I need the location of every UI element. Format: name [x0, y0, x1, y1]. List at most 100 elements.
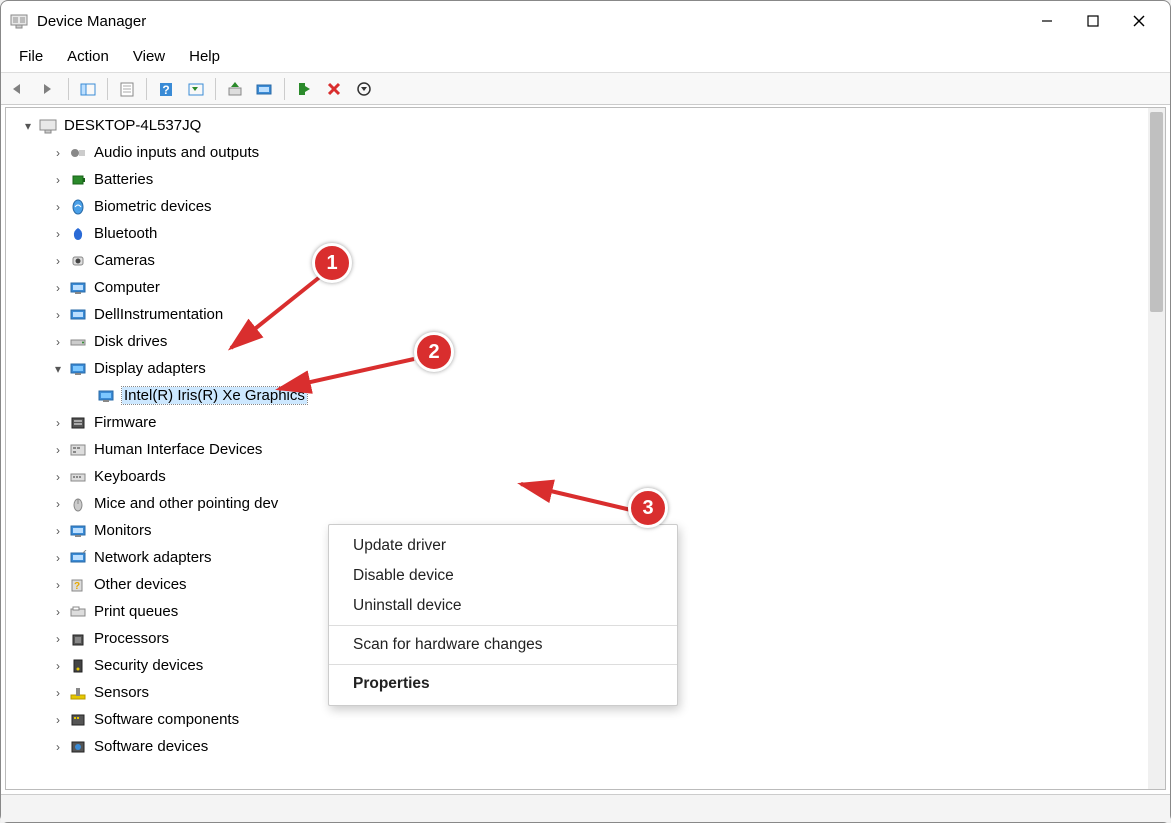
tree-category[interactable]: › Firmware	[6, 409, 1148, 436]
minimize-button[interactable]	[1024, 1, 1070, 41]
chevron-right-icon[interactable]: ›	[50, 335, 66, 349]
category-label: Bluetooth	[94, 225, 157, 242]
category-label: Network adapters	[94, 549, 212, 566]
category-label: Sensors	[94, 684, 149, 701]
chevron-right-icon[interactable]: ›	[50, 686, 66, 700]
chevron-right-icon[interactable]: ›	[50, 281, 66, 295]
device-category-icon	[68, 279, 88, 297]
chevron-right-icon[interactable]: ›	[50, 605, 66, 619]
category-label: Mice and other pointing dev	[94, 495, 278, 512]
device-tree[interactable]: ▾ DESKTOP-4L537JQ ›Audio inputs and outp…	[6, 108, 1148, 789]
ctx-uninstall-device[interactable]: Uninstall device	[329, 591, 677, 621]
maximize-button[interactable]	[1070, 1, 1116, 41]
chevron-down-icon[interactable]: ▾	[50, 362, 66, 376]
scan-hardware-button[interactable]	[251, 76, 279, 102]
chevron-right-icon[interactable]: ›	[50, 443, 66, 457]
ctx-properties[interactable]: Properties	[329, 669, 677, 699]
category-label: DellInstrumentation	[94, 306, 223, 323]
category-label: Display adapters	[94, 360, 206, 377]
titlebar: Device Manager	[1, 1, 1170, 41]
uninstall-device-button[interactable]	[320, 76, 348, 102]
chevron-down-icon[interactable]: ▾	[20, 119, 36, 133]
device-category-icon	[68, 711, 88, 729]
chevron-right-icon[interactable]: ›	[50, 227, 66, 241]
chevron-right-icon[interactable]: ›	[50, 200, 66, 214]
device-category-icon	[68, 441, 88, 459]
device-category-icon	[68, 252, 88, 270]
scrollbar-thumb[interactable]	[1150, 112, 1163, 312]
ctx-separator	[329, 664, 677, 665]
svg-text:?: ?	[162, 83, 169, 97]
category-label: Security devices	[94, 657, 203, 674]
content-area: ▾ DESKTOP-4L537JQ ›Audio inputs and outp…	[5, 107, 1166, 790]
chevron-right-icon[interactable]: ›	[50, 416, 66, 430]
chevron-right-icon[interactable]: ›	[50, 254, 66, 268]
chevron-right-icon[interactable]: ›	[50, 497, 66, 511]
category-label: Human Interface Devices	[94, 441, 262, 458]
chevron-right-icon[interactable]: ›	[50, 578, 66, 592]
device-category-icon	[68, 225, 88, 243]
category-label: Keyboards	[94, 468, 166, 485]
chevron-right-icon[interactable]: ›	[50, 659, 66, 673]
tree-category[interactable]: ›Cameras	[6, 247, 1148, 274]
tree-root[interactable]: ▾ DESKTOP-4L537JQ	[6, 112, 1148, 139]
menu-file[interactable]: File	[7, 44, 55, 69]
display-adapter-icon	[96, 387, 116, 405]
tree-category[interactable]: ▾ Display adapters	[6, 355, 1148, 382]
menu-view[interactable]: View	[121, 44, 177, 69]
category-label: Batteries	[94, 171, 153, 188]
action-list-button[interactable]	[182, 76, 210, 102]
category-label: Other devices	[94, 576, 187, 593]
tree-category[interactable]: › Batteries	[6, 166, 1148, 193]
chevron-right-icon[interactable]: ›	[50, 740, 66, 754]
tree-category[interactable]: › Biometric devices	[6, 193, 1148, 220]
device-category-icon	[68, 495, 88, 513]
forward-button[interactable]	[35, 76, 63, 102]
menu-help[interactable]: Help	[177, 44, 232, 69]
device-category-icon	[68, 522, 88, 540]
computer-icon	[38, 117, 58, 135]
disable-device-button[interactable]	[350, 76, 378, 102]
tree-category[interactable]: › Disk drives	[6, 328, 1148, 355]
tree-category[interactable]: ›Audio inputs and outputs	[6, 139, 1148, 166]
chevron-right-icon[interactable]: ›	[50, 632, 66, 646]
annotation-2: 2	[414, 332, 454, 372]
tree-category[interactable]: › Computer	[6, 274, 1148, 301]
category-label: Biometric devices	[94, 198, 212, 215]
device-category-icon	[68, 306, 88, 324]
chevron-right-icon[interactable]: ›	[50, 524, 66, 538]
show-hide-tree-button[interactable]	[74, 76, 102, 102]
ctx-scan-hardware[interactable]: Scan for hardware changes	[329, 630, 677, 660]
chevron-right-icon[interactable]: ›	[50, 308, 66, 322]
properties-button[interactable]	[113, 76, 141, 102]
chevron-right-icon[interactable]: ›	[50, 173, 66, 187]
chevron-right-icon[interactable]: ›	[50, 713, 66, 727]
category-label: Firmware	[94, 414, 157, 431]
device-category-icon	[68, 630, 88, 648]
vertical-scrollbar[interactable]	[1148, 108, 1165, 789]
chevron-right-icon[interactable]: ›	[50, 551, 66, 565]
update-driver-button[interactable]	[221, 76, 249, 102]
tree-category[interactable]: › Bluetooth	[6, 220, 1148, 247]
tree-category[interactable]: › DellInstrumentation	[6, 301, 1148, 328]
device-category-icon	[68, 549, 88, 567]
chevron-right-icon[interactable]: ›	[50, 470, 66, 484]
tree-device-item[interactable]: Intel(R) Iris(R) Xe Graphics	[6, 382, 1148, 409]
category-label: Computer	[94, 279, 160, 296]
app-icon	[9, 11, 29, 31]
tree-category[interactable]: ›Software devices	[6, 733, 1148, 760]
ctx-update-driver[interactable]: Update driver	[329, 531, 677, 561]
ctx-disable-device[interactable]: Disable device	[329, 561, 677, 591]
menu-action[interactable]: Action	[55, 44, 121, 69]
category-label: Disk drives	[94, 333, 167, 350]
back-button[interactable]	[5, 76, 33, 102]
help-button[interactable]: ?	[152, 76, 180, 102]
tree-category[interactable]: › Human Interface Devices	[6, 436, 1148, 463]
window-controls	[1024, 1, 1162, 41]
enable-device-button[interactable]	[290, 76, 318, 102]
tree-category[interactable]: ›Software components	[6, 706, 1148, 733]
chevron-right-icon[interactable]: ›	[50, 146, 66, 160]
annotation-arrow-3	[506, 476, 646, 526]
close-button[interactable]	[1116, 1, 1162, 41]
annotation-1: 1	[312, 243, 352, 283]
